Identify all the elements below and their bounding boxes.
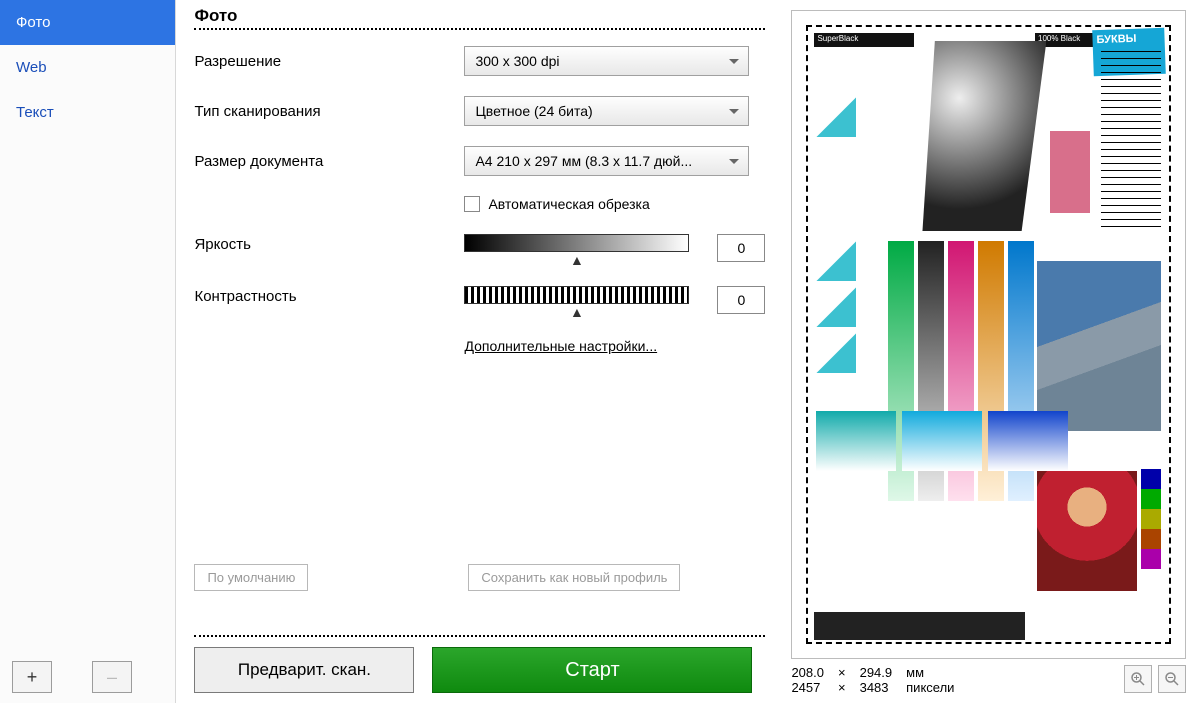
- brightness-marker: ▲: [570, 252, 584, 268]
- prescan-button[interactable]: Предварит. скан.: [194, 647, 414, 693]
- autocrop-label: Автоматическая обрезка: [488, 196, 649, 212]
- resolution-label: Разрешение: [194, 53, 464, 70]
- main-footer: Предварит. скан. Старт: [194, 635, 765, 693]
- default-button[interactable]: По умолчанию: [194, 564, 308, 591]
- mock-woman: [1037, 471, 1137, 591]
- start-button[interactable]: Старт: [432, 647, 752, 693]
- sidebar-item-label: Текст: [16, 104, 54, 121]
- mock-lines-right: [1101, 51, 1161, 231]
- row-scantype: Тип сканирования Цветное (24 бита): [194, 96, 765, 126]
- brightness-label: Яркость: [194, 234, 464, 253]
- contrast-pattern: [464, 286, 689, 304]
- mock-superblack: SuperBlack: [814, 33, 914, 47]
- mock-gradh: [902, 411, 982, 471]
- mock-textbar: [814, 612, 1025, 640]
- sidebar-tabs: Фото Web Текст: [0, 0, 175, 651]
- scantype-value: Цветное (24 бита): [475, 103, 592, 119]
- preview-footer: 208.0 × 294.9 мм 2457 × 3483 пиксели: [791, 659, 1186, 695]
- preview-image[interactable]: SuperBlack 100% Black БУКВЫ: [791, 10, 1186, 659]
- row-autocrop: Автоматическая обрезка: [464, 196, 765, 212]
- profile-buttons: По умолчанию Сохранить как новый профиль: [194, 564, 765, 591]
- mock-photo: [1037, 261, 1161, 431]
- panel-title: Фото: [194, 6, 765, 26]
- docsize-value: A4 210 x 297 мм (8.3 x 11.7 дюй...: [475, 153, 692, 169]
- brightness-value[interactable]: 0: [717, 234, 765, 262]
- mock-gradh: [988, 411, 1068, 471]
- scantype-select[interactable]: Цветное (24 бита): [464, 96, 749, 126]
- times-sym: ×: [838, 680, 846, 695]
- sidebar-item-text[interactable]: Текст: [0, 90, 175, 135]
- zoom-in-button[interactable]: [1124, 665, 1152, 693]
- height-px: 3483: [860, 680, 893, 695]
- save-profile-button[interactable]: Сохранить как новый профиль: [468, 564, 680, 591]
- prescan-label: Предварит. скан.: [238, 660, 371, 680]
- resolution-value: 300 x 300 dpi: [475, 53, 559, 69]
- brightness-gradient: [464, 234, 689, 252]
- unit-px: пиксели: [906, 680, 954, 695]
- sidebar-item-label: Web: [16, 59, 47, 76]
- dimensions: 208.0 × 294.9 мм 2457 × 3483 пиксели: [791, 665, 954, 695]
- preview-pane: SuperBlack 100% Black БУКВЫ 208.0 × 294.…: [783, 0, 1200, 703]
- sidebar-item-photo[interactable]: Фото: [0, 0, 175, 45]
- brightness-slider[interactable]: ▲: [464, 234, 689, 252]
- resolution-select[interactable]: 300 x 300 dpi: [464, 46, 749, 76]
- separator: [194, 28, 765, 30]
- docsize-select[interactable]: A4 210 x 297 мм (8.3 x 11.7 дюй...: [464, 146, 749, 176]
- zoom-in-icon: [1130, 671, 1146, 687]
- docsize-label: Размер документа: [194, 153, 464, 170]
- sidebar: Фото Web Текст + –: [0, 0, 176, 703]
- width-px: 2457: [791, 680, 824, 695]
- mock-gradh: [816, 411, 896, 471]
- sidebar-item-label: Фото: [16, 14, 50, 31]
- contrast-value[interactable]: 0: [717, 286, 765, 314]
- sidebar-footer: + –: [0, 651, 175, 703]
- row-resolution: Разрешение 300 x 300 dpi: [194, 46, 765, 76]
- row-docsize: Размер документа A4 210 x 297 мм (8.3 x …: [194, 146, 765, 176]
- zoom-controls: [1124, 665, 1186, 693]
- mock-colorbar: [1141, 469, 1161, 569]
- zoom-out-icon: [1164, 671, 1180, 687]
- width-mm: 208.0: [791, 665, 824, 680]
- start-label: Старт: [565, 659, 619, 682]
- add-profile-button[interactable]: +: [12, 661, 52, 693]
- scantype-label: Тип сканирования: [194, 103, 464, 120]
- remove-profile-button[interactable]: –: [92, 661, 132, 693]
- form-area: Разрешение 300 x 300 dpi Тип сканировани…: [194, 46, 765, 635]
- height-mm: 294.9: [860, 665, 893, 680]
- unit-mm: мм: [906, 665, 954, 680]
- minus-icon: –: [107, 667, 117, 688]
- advanced-settings-link[interactable]: Дополнительные настройки...: [464, 338, 657, 354]
- autocrop-checkbox[interactable]: [464, 196, 480, 212]
- main-panel: Фото Разрешение 300 x 300 dpi Тип сканир…: [176, 0, 783, 703]
- contrast-marker: ▲: [570, 304, 584, 320]
- contrast-slider[interactable]: ▲: [464, 286, 689, 304]
- times-sym: ×: [838, 665, 846, 680]
- mock-pink: [1050, 131, 1090, 213]
- contrast-label: Контрастность: [194, 286, 464, 305]
- plus-icon: +: [27, 667, 38, 688]
- row-contrast: Контрастность ▲ 0: [194, 286, 765, 314]
- row-brightness: Яркость ▲ 0: [194, 234, 765, 262]
- sidebar-item-web[interactable]: Web: [0, 45, 175, 90]
- zoom-out-button[interactable]: [1158, 665, 1186, 693]
